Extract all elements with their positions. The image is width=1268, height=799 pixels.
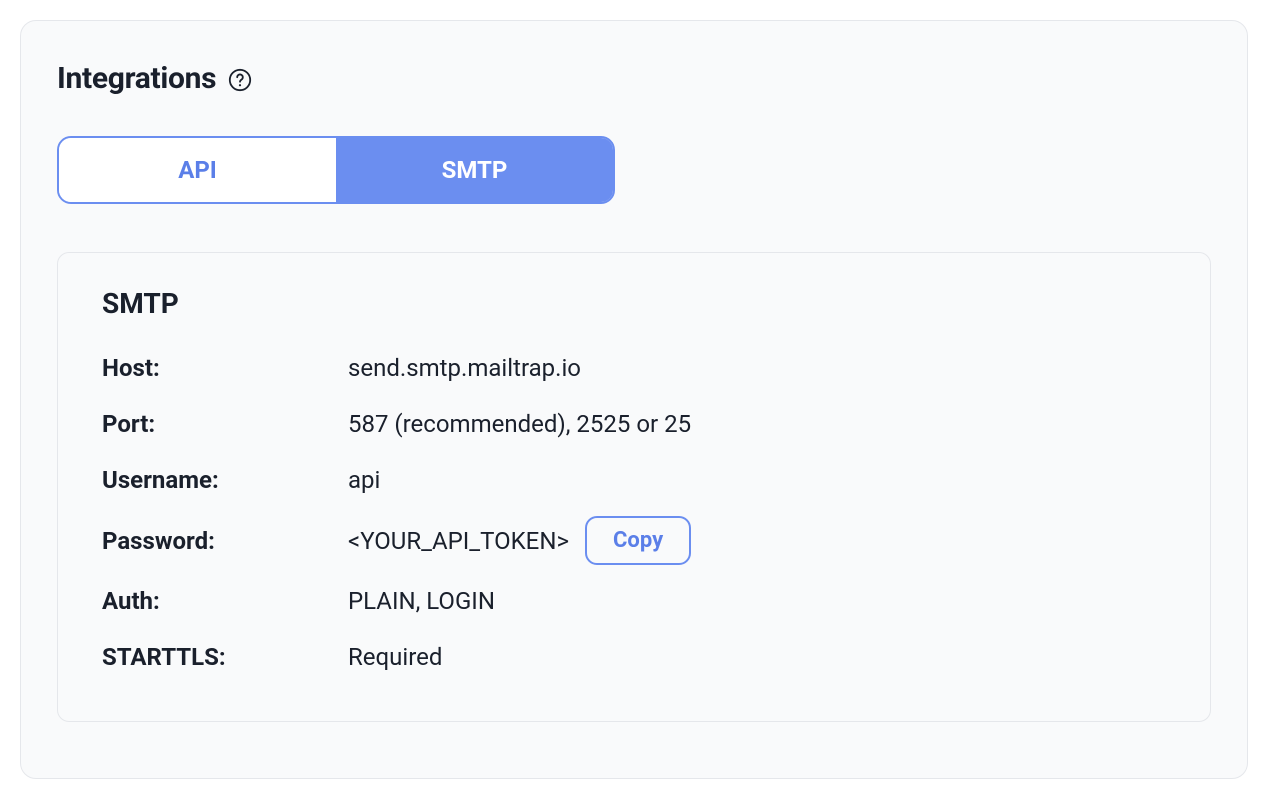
label-username: Username: xyxy=(102,466,348,494)
row-username: Username: api xyxy=(102,460,1166,500)
panel-title: SMTP xyxy=(102,287,1166,320)
value-port-text: 587 (recommended), 2525 or 25 xyxy=(348,410,691,438)
integrations-card: Integrations API SMTP SMTP Host: send.sm… xyxy=(20,20,1248,779)
label-starttls: STARTTLS: xyxy=(102,643,348,671)
value-starttls-text: Required xyxy=(348,643,442,671)
value-username: api xyxy=(348,466,380,494)
value-auth: PLAIN, LOGIN xyxy=(348,587,495,615)
value-host: send.smtp.mailtrap.io xyxy=(348,354,581,382)
label-password: Password: xyxy=(102,527,348,555)
smtp-panel: SMTP Host: send.smtp.mailtrap.io Port: 5… xyxy=(57,252,1211,722)
value-starttls: Required xyxy=(348,643,442,671)
label-port: Port: xyxy=(102,410,348,438)
page-title: Integrations xyxy=(57,61,216,96)
copy-button[interactable]: Copy xyxy=(585,516,691,565)
value-host-text: send.smtp.mailtrap.io xyxy=(348,354,581,382)
card-header: Integrations xyxy=(57,61,1211,96)
value-username-text: api xyxy=(348,466,380,494)
help-icon[interactable] xyxy=(228,68,252,92)
row-starttls: STARTTLS: Required xyxy=(102,637,1166,677)
value-auth-text: PLAIN, LOGIN xyxy=(348,587,495,615)
row-password: Password: <YOUR_API_TOKEN> Copy xyxy=(102,516,1166,565)
value-port: 587 (recommended), 2525 or 25 xyxy=(348,410,691,438)
row-host: Host: send.smtp.mailtrap.io xyxy=(102,348,1166,388)
tab-api[interactable]: API xyxy=(59,138,336,202)
row-port: Port: 587 (recommended), 2525 or 25 xyxy=(102,404,1166,444)
value-password-text: <YOUR_API_TOKEN> xyxy=(348,527,569,555)
value-password: <YOUR_API_TOKEN> Copy xyxy=(348,516,691,565)
tab-smtp[interactable]: SMTP xyxy=(336,138,613,202)
label-auth: Auth: xyxy=(102,587,348,615)
label-host: Host: xyxy=(102,354,348,382)
tab-group: API SMTP xyxy=(57,136,615,204)
row-auth: Auth: PLAIN, LOGIN xyxy=(102,581,1166,621)
